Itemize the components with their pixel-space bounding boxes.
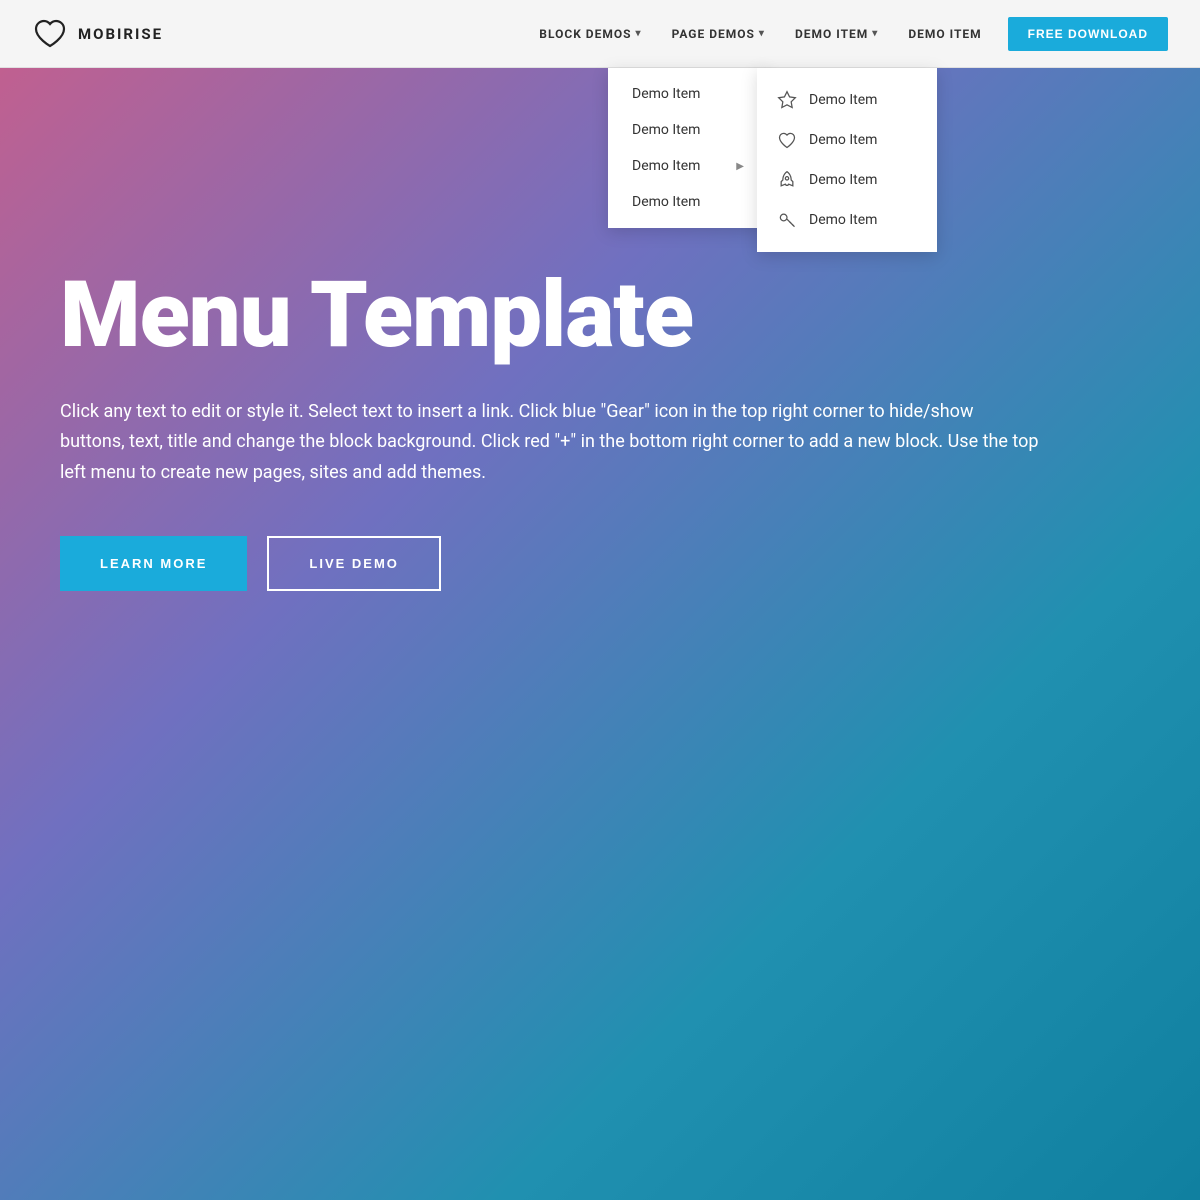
submenu-item-heart[interactable]: Demo Item [757,120,937,160]
nav-item-block-demos[interactable]: BLOCK DEMOS ▾ [527,19,653,49]
submenu-item-star[interactable]: Demo Item [757,80,937,120]
chevron-right-icon: ▶ [736,161,744,172]
dropdown-item-4[interactable]: Demo Item [608,184,768,220]
nav-item-demo-item-1[interactable]: DEMO ITEM ▾ [783,19,890,49]
nav-item-demo-item-2[interactable]: DEMO ITEM [896,19,993,49]
submenu-item-key[interactable]: Demo Item [757,200,937,240]
nav-label-demo-item-2: DEMO ITEM [908,27,981,41]
dropdown-item-2[interactable]: Demo Item [608,112,768,148]
hero-description: Click any text to edit or style it. Sele… [60,397,1040,489]
chevron-down-icon: ▾ [872,28,878,39]
submenu-item-rocket[interactable]: Demo Item [757,160,937,200]
rocket-icon [777,170,797,190]
chevron-down-icon: ▾ [636,28,642,39]
navbar: MOBIRISE BLOCK DEMOS ▾ PAGE DEMOS ▾ DEMO… [0,0,1200,68]
hero-title: Menu Template [60,268,1140,365]
nav-menu: BLOCK DEMOS ▾ PAGE DEMOS ▾ DEMO ITEM ▾ D… [527,17,1168,51]
star-icon [777,90,797,110]
heart-icon [777,130,797,150]
dropdown-menu-1: Demo Item Demo Item Demo Item ▶ Demo Ite… [608,68,768,228]
hero-section: Menu Template Click any text to edit or … [0,68,1200,1200]
brand[interactable]: MOBIRISE [32,16,163,52]
learn-more-button[interactable]: LEARN MORE [60,536,247,591]
free-download-button[interactable]: FREE DOWNLOAD [1008,17,1168,51]
nav-label-block-demos: BLOCK DEMOS [539,27,631,41]
nav-label-page-demos: PAGE DEMOS [672,27,755,41]
dropdown-item-3-submenu[interactable]: Demo Item ▶ [608,148,768,184]
heart-logo-icon [32,16,68,52]
nav-item-page-demos[interactable]: PAGE DEMOS ▾ [660,19,777,49]
dropdown-menu-2: Demo Item Demo Item Demo Item Demo [757,68,937,252]
dropdown-item-1[interactable]: Demo Item [608,76,768,112]
chevron-down-icon: ▾ [759,28,765,39]
nav-label-demo-item-1: DEMO ITEM [795,27,868,41]
key-icon [777,210,797,230]
live-demo-button[interactable]: LIVE DEMO [267,536,441,591]
brand-name: MOBIRISE [78,25,163,43]
hero-buttons: LEARN MORE LIVE DEMO [60,536,1140,591]
